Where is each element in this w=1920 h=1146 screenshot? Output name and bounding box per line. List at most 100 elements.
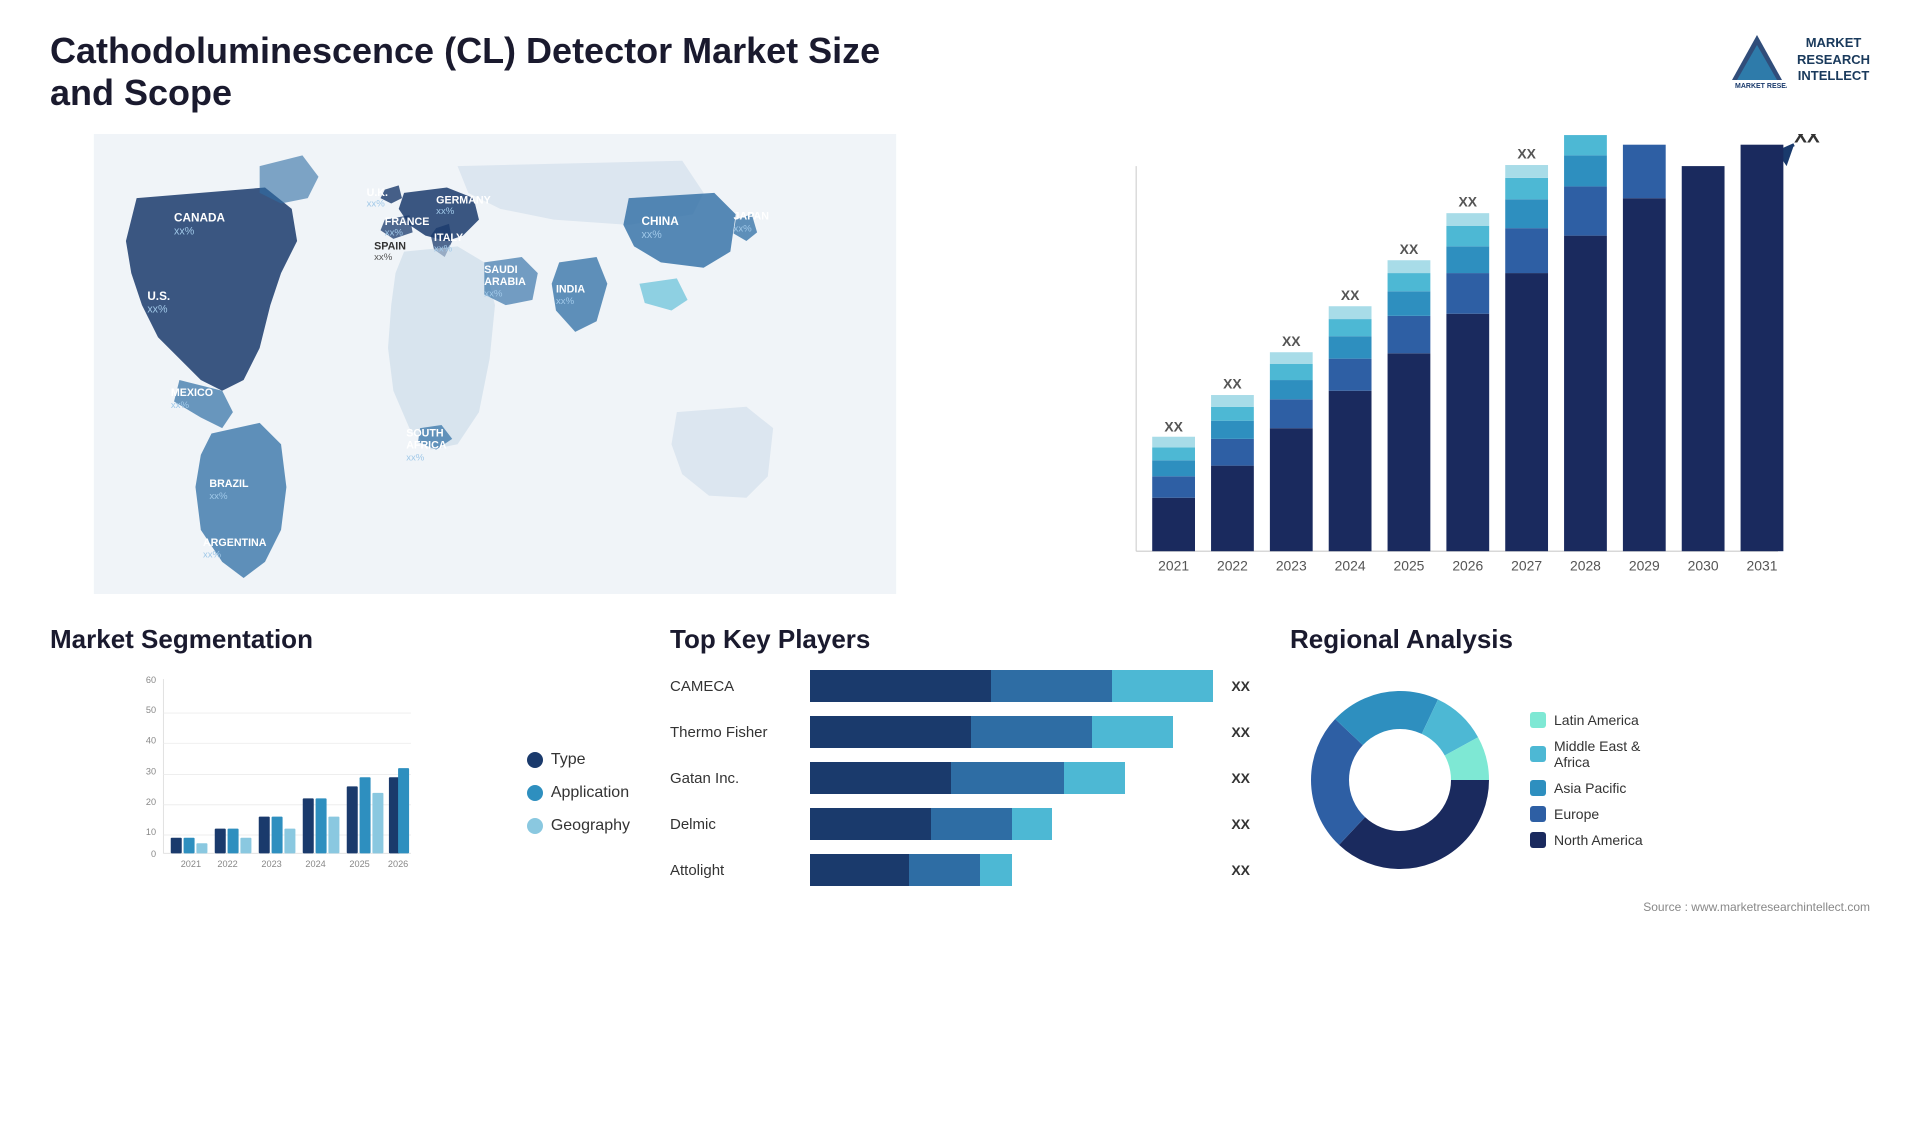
svg-text:MARKET RESEARCH: MARKET RESEARCH xyxy=(1735,83,1787,90)
svg-text:xx%: xx% xyxy=(484,289,503,300)
logo-icon: MARKET RESEARCH xyxy=(1727,30,1787,90)
world-map-svg: CANADA xx% U.S. xx% MEXICO xx% BRAZIL xx… xyxy=(50,134,940,594)
player-name-delmic: Delmic xyxy=(670,816,800,833)
legend-asia-pacific-color xyxy=(1530,780,1546,796)
legend-north-america-label: North America xyxy=(1554,832,1643,848)
players-list: CAMECA XX Thermo Fisher xyxy=(670,670,1250,886)
map-section: CANADA xx% U.S. xx% MEXICO xx% BRAZIL xx… xyxy=(50,134,940,594)
donut-chart xyxy=(1290,670,1510,890)
legend-asia-pacific: Asia Pacific xyxy=(1530,780,1643,796)
legend-geography: Geography xyxy=(527,817,630,835)
svg-text:0: 0 xyxy=(151,849,156,859)
svg-text:ITALY: ITALY xyxy=(434,232,463,244)
player-bar-delmic xyxy=(810,808,1213,840)
svg-text:MEXICO: MEXICO xyxy=(171,387,213,399)
svg-text:2025: 2025 xyxy=(1394,557,1425,573)
canada-label: CANADA xyxy=(174,212,225,225)
player-name-attolight: Attolight xyxy=(670,862,800,879)
svg-text:U.S.: U.S. xyxy=(147,290,170,303)
svg-text:XX: XX xyxy=(1794,134,1820,148)
svg-text:XX: XX xyxy=(1517,146,1536,162)
svg-text:2025: 2025 xyxy=(349,859,369,869)
svg-text:xx%: xx% xyxy=(406,452,425,463)
logo-text: MARKET RESEARCH INTELLECT xyxy=(1797,35,1870,86)
player-xx-delmic: XX xyxy=(1231,816,1250,832)
source-text: Source : www.marketresearchintellect.com xyxy=(1290,900,1870,914)
svg-text:xx%: xx% xyxy=(385,228,404,239)
player-row-attolight: Attolight XX xyxy=(670,854,1250,886)
svg-text:XX: XX xyxy=(1341,287,1360,303)
donut-legend: Latin America Middle East &Africa Asia P… xyxy=(1530,712,1643,848)
player-bar-attolight xyxy=(810,854,1213,886)
donut-wrapper: Latin America Middle East &Africa Asia P… xyxy=(1290,670,1870,890)
player-xx-attolight: XX xyxy=(1231,862,1250,878)
bar-chart-section: XX XX 2021 xyxy=(980,134,1870,594)
player-xx-thermo: XX xyxy=(1231,724,1250,740)
svg-text:XX: XX xyxy=(1164,418,1183,434)
svg-text:SOUTH: SOUTH xyxy=(406,428,443,440)
svg-text:xx%: xx% xyxy=(436,206,455,217)
legend-latin-america-label: Latin America xyxy=(1554,712,1639,728)
svg-text:60: 60 xyxy=(146,675,156,685)
svg-text:FRANCE: FRANCE xyxy=(385,216,430,228)
main-bar-chart: XX XX 2021 xyxy=(980,134,1870,594)
player-xx-cameca: XX xyxy=(1231,678,1250,694)
legend-geography-dot xyxy=(527,818,543,834)
svg-text:50: 50 xyxy=(146,705,156,715)
player-name-cameca: CAMECA xyxy=(670,678,800,695)
regional-title: Regional Analysis xyxy=(1290,624,1870,655)
legend-application-dot xyxy=(527,785,543,801)
svg-text:2021: 2021 xyxy=(181,859,201,869)
player-name-thermo: Thermo Fisher xyxy=(670,724,800,741)
legend-north-america-color xyxy=(1530,832,1546,848)
player-bar-cameca xyxy=(810,670,1213,702)
player-bar-gatan xyxy=(810,762,1213,794)
svg-text:2031: 2031 xyxy=(1747,557,1778,573)
legend-mea-label: Middle East &Africa xyxy=(1554,738,1640,770)
svg-text:2023: 2023 xyxy=(1276,557,1307,573)
legend-north-america: North America xyxy=(1530,832,1643,848)
svg-text:xx%: xx% xyxy=(556,296,575,307)
svg-text:20: 20 xyxy=(146,797,156,807)
legend-type-dot xyxy=(527,752,543,768)
legend-europe-label: Europe xyxy=(1554,806,1599,822)
svg-text:2022: 2022 xyxy=(217,859,237,869)
player-bar-thermo xyxy=(810,716,1213,748)
svg-text:10: 10 xyxy=(146,827,156,837)
segmentation-title: Market Segmentation xyxy=(50,624,630,655)
svg-text:2029: 2029 xyxy=(1629,557,1660,573)
svg-text:INDIA: INDIA xyxy=(556,283,585,295)
svg-text:2030: 2030 xyxy=(1688,557,1719,573)
svg-text:xx%: xx% xyxy=(171,400,190,411)
svg-text:ARABIA: ARABIA xyxy=(484,276,526,288)
players-title: Top Key Players xyxy=(670,624,1250,655)
segmentation-legend: Type Application Geography xyxy=(527,670,630,895)
svg-text:XX: XX xyxy=(1223,376,1242,392)
svg-text:2024: 2024 xyxy=(305,859,325,869)
logo-container: MARKET RESEARCH MARKET RESEARCH INTELLEC… xyxy=(1727,30,1870,90)
player-row-cameca: CAMECA XX xyxy=(670,670,1250,702)
svg-text:xx%: xx% xyxy=(147,304,168,316)
svg-text:XX: XX xyxy=(1282,333,1301,349)
svg-text:2021: 2021 xyxy=(1158,557,1189,573)
players-section: Top Key Players CAMECA XX xyxy=(670,624,1250,914)
svg-text:xx%: xx% xyxy=(367,199,386,210)
svg-text:JAPAN: JAPAN xyxy=(734,211,769,223)
svg-text:xx%: xx% xyxy=(374,252,393,263)
player-name-gatan: Gatan Inc. xyxy=(670,770,800,787)
svg-text:2026: 2026 xyxy=(1452,557,1483,573)
segmentation-chart: 60 50 40 30 20 10 0 xyxy=(50,670,497,890)
svg-text:XX: XX xyxy=(1400,241,1419,257)
svg-text:SAUDI: SAUDI xyxy=(484,264,517,276)
svg-text:SPAIN: SPAIN xyxy=(374,241,406,253)
svg-text:2022: 2022 xyxy=(1217,557,1248,573)
svg-text:GERMANY: GERMANY xyxy=(436,195,491,207)
svg-text:ARGENTINA: ARGENTINA xyxy=(203,537,267,549)
bottom-row: Market Segmentation 60 50 40 30 20 10 xyxy=(50,624,1870,914)
svg-text:XX: XX xyxy=(1459,194,1478,210)
player-row-thermo: Thermo Fisher XX xyxy=(670,716,1250,748)
svg-text:CHINA: CHINA xyxy=(642,215,680,228)
svg-text:xx%: xx% xyxy=(734,223,753,234)
svg-text:30: 30 xyxy=(146,767,156,777)
svg-text:2027: 2027 xyxy=(1511,557,1542,573)
